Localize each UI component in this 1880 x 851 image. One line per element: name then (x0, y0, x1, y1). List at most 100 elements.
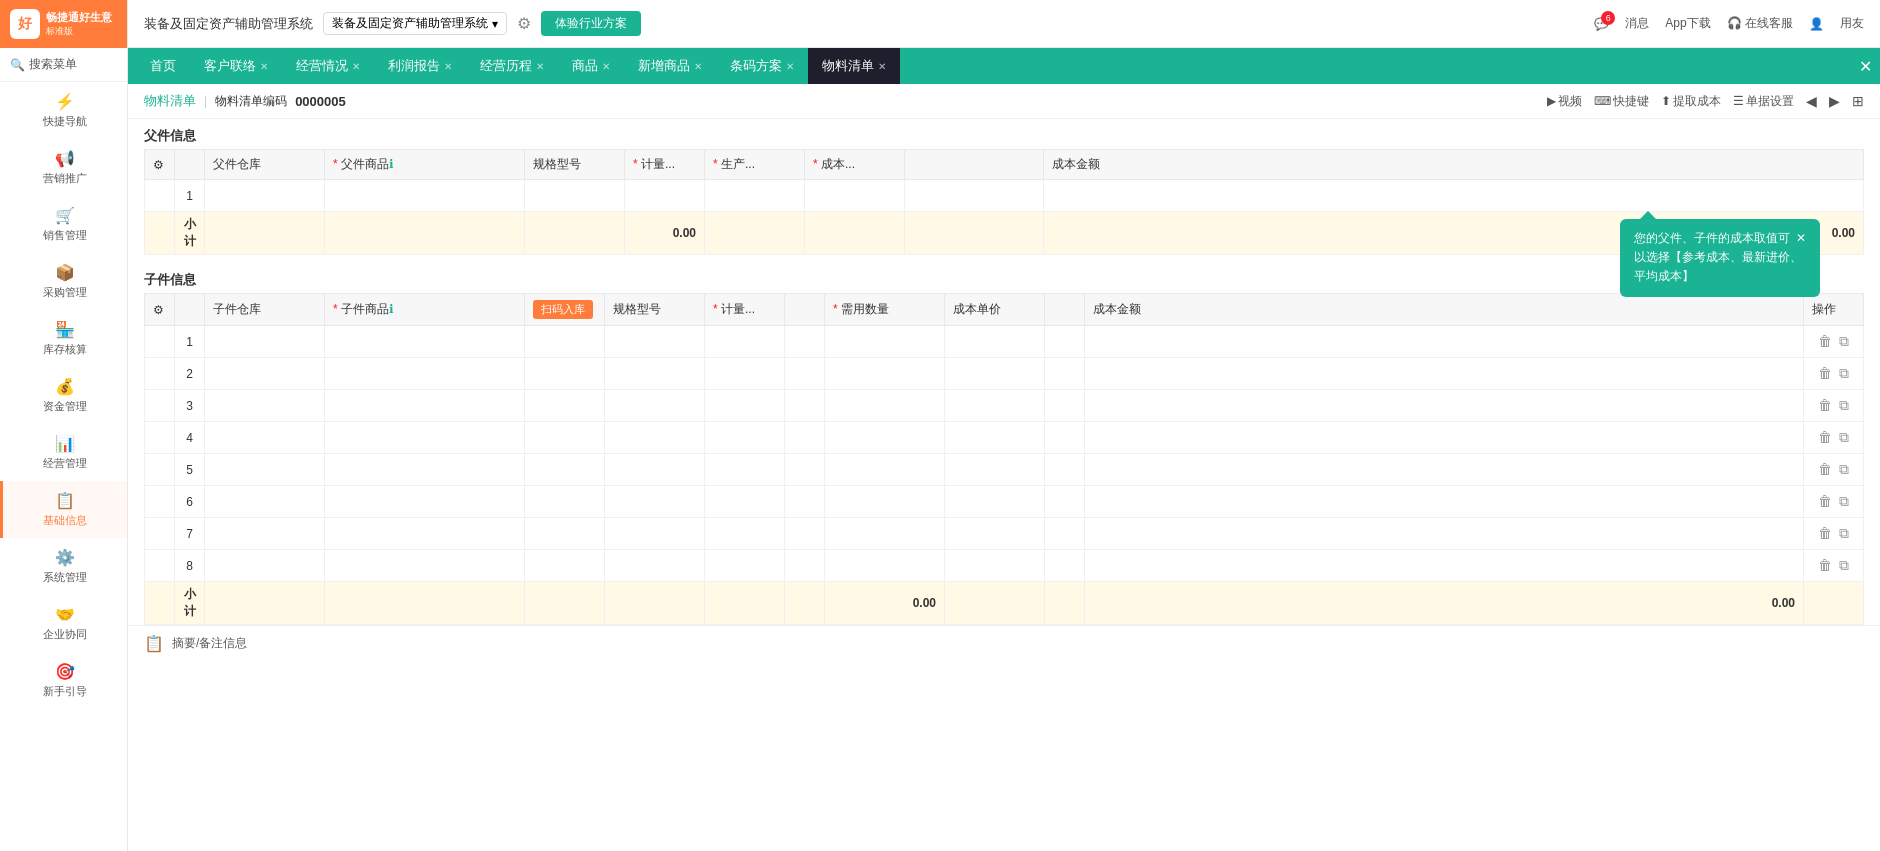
sidebar-item-系统管理[interactable]: ⚙️ 系统管理 (0, 538, 127, 595)
child-cell-product-3[interactable] (325, 390, 525, 422)
sidebar-item-经营管理[interactable]: 📊 经营管理 (0, 424, 127, 481)
child-cell-unit-4[interactable] (705, 422, 785, 454)
child-cell-warehouse-8[interactable] (205, 550, 325, 582)
sidebar-item-资金管理[interactable]: 💰 资金管理 (0, 367, 127, 424)
child-cell-warehouse-2[interactable] (205, 358, 325, 390)
nav-tab-8[interactable]: 物料清单✕ (808, 48, 900, 84)
nav-tab-3[interactable]: 利润报告✕ (374, 48, 466, 84)
parent-cell-product[interactable] (325, 180, 525, 212)
delete-icon-8[interactable]: 🗑 (1818, 557, 1832, 573)
settings-icon[interactable]: ⚙ (517, 14, 531, 33)
delete-icon-4[interactable]: 🗑 (1818, 429, 1832, 445)
sidebar-item-快捷导航[interactable]: ⚡ 快捷导航 (0, 82, 127, 139)
parent-cell-warehouse[interactable] (205, 180, 325, 212)
child-cell-product-4[interactable] (325, 422, 525, 454)
nav-prev-btn[interactable]: ◀ (1806, 93, 1817, 109)
nav-tab-5[interactable]: 商品✕ (558, 48, 624, 84)
nav-tab-close-4[interactable]: ✕ (536, 61, 544, 72)
tabs-end-btn[interactable]: ✕ (1859, 57, 1872, 76)
delete-icon-3[interactable]: 🗑 (1818, 397, 1832, 413)
copy-icon-3[interactable]: ⧉ (1839, 397, 1849, 413)
delete-icon-5[interactable]: 🗑 (1818, 461, 1832, 477)
child-cell-qty-1[interactable] (825, 326, 945, 358)
delete-icon-7[interactable]: 🗑 (1818, 525, 1832, 541)
copy-icon-8[interactable]: ⧉ (1839, 557, 1849, 573)
child-cell-unitcost-4[interactable] (945, 422, 1045, 454)
child-cell-warehouse-7[interactable] (205, 518, 325, 550)
copy-icon-6[interactable]: ⧉ (1839, 493, 1849, 509)
child-cell-unit-2[interactable] (705, 358, 785, 390)
child-cell-unit-3[interactable] (705, 390, 785, 422)
child-cell-spec-8[interactable] (605, 550, 705, 582)
child-cell-product-7[interactable] (325, 518, 525, 550)
child-cell-unitcost-7[interactable] (945, 518, 1045, 550)
child-cell-qty-8[interactable] (825, 550, 945, 582)
nav-tab-close-8[interactable]: ✕ (878, 61, 886, 72)
child-cell-unitcost-6[interactable] (945, 486, 1045, 518)
child-cell-qty-6[interactable] (825, 486, 945, 518)
grid-view-btn[interactable]: ⊞ (1852, 93, 1864, 109)
child-cell-product-6[interactable] (325, 486, 525, 518)
child-cell-spec-7[interactable] (605, 518, 705, 550)
child-cell-qty-7[interactable] (825, 518, 945, 550)
trial-btn[interactable]: 体验行业方案 (541, 11, 641, 36)
child-cell-warehouse-5[interactable] (205, 454, 325, 486)
child-cell-unitcost-1[interactable] (945, 326, 1045, 358)
child-cell-product-8[interactable] (325, 550, 525, 582)
child-cell-unit-8[interactable] (705, 550, 785, 582)
parent-cell-spec[interactable] (525, 180, 625, 212)
nav-tab-close-7[interactable]: ✕ (786, 61, 794, 72)
nav-tab-0[interactable]: 首页 (136, 48, 190, 84)
sidebar-item-新手引导[interactable]: 🎯 新手引导 (0, 652, 127, 709)
child-cell-qty-2[interactable] (825, 358, 945, 390)
child-cell-product-5[interactable] (325, 454, 525, 486)
child-cell-qty-3[interactable] (825, 390, 945, 422)
child-cell-qty-4[interactable] (825, 422, 945, 454)
nav-tab-4[interactable]: 经营历程✕ (466, 48, 558, 84)
message-btn[interactable]: 💬 6 (1594, 17, 1609, 31)
nav-tab-1[interactable]: 客户联络✕ (190, 48, 282, 84)
copy-icon-1[interactable]: ⧉ (1839, 333, 1849, 349)
child-cell-spec-5[interactable] (605, 454, 705, 486)
sidebar-item-基础信息[interactable]: 📋 基础信息 (0, 481, 127, 538)
child-cell-spec-6[interactable] (605, 486, 705, 518)
child-cell-spec-1[interactable] (605, 326, 705, 358)
sidebar-item-销售管理[interactable]: 🛒 销售管理 (0, 196, 127, 253)
nav-tab-close-2[interactable]: ✕ (352, 61, 360, 72)
child-cell-warehouse-6[interactable] (205, 486, 325, 518)
child-cell-unitcost-2[interactable] (945, 358, 1045, 390)
child-cell-unit-7[interactable] (705, 518, 785, 550)
child-cell-product-2[interactable] (325, 358, 525, 390)
child-cell-qty-5[interactable] (825, 454, 945, 486)
scan-btn[interactable]: 扫码入库 (533, 300, 593, 319)
nav-tab-close-1[interactable]: ✕ (260, 61, 268, 72)
child-cell-unit-6[interactable] (705, 486, 785, 518)
parent-cell-unit[interactable] (625, 180, 705, 212)
child-cell-unit-5[interactable] (705, 454, 785, 486)
child-cell-spec-3[interactable] (605, 390, 705, 422)
sidebar-item-企业协同[interactable]: 🤝 企业协同 (0, 595, 127, 652)
child-cell-spec-2[interactable] (605, 358, 705, 390)
child-cell-unitcost-8[interactable] (945, 550, 1045, 582)
sidebar-item-采购管理[interactable]: 📦 采购管理 (0, 253, 127, 310)
child-col-settings[interactable]: ⚙ (145, 294, 175, 326)
tooltip-close-btn[interactable]: ✕ (1796, 229, 1806, 248)
sidebar-item-库存核算[interactable]: 🏪 库存核算 (0, 310, 127, 367)
sidebar-item-营销推广[interactable]: 📢 营销推广 (0, 139, 127, 196)
child-cell-unitcost-5[interactable] (945, 454, 1045, 486)
settings-btn[interactable]: ☰ 单据设置 (1733, 93, 1794, 110)
nav-tab-7[interactable]: 条码方案✕ (716, 48, 808, 84)
child-cell-warehouse-4[interactable] (205, 422, 325, 454)
child-cell-warehouse-1[interactable] (205, 326, 325, 358)
search-menu-item[interactable]: 🔍 搜索菜单 (0, 48, 127, 82)
child-cell-unitcost-3[interactable] (945, 390, 1045, 422)
child-cell-product-1[interactable] (325, 326, 525, 358)
parent-cell-cost[interactable] (805, 180, 905, 212)
nav-tab-close-6[interactable]: ✕ (694, 61, 702, 72)
child-cell-spec-4[interactable] (605, 422, 705, 454)
nav-tab-close-3[interactable]: ✕ (444, 61, 452, 72)
nav-tab-close-5[interactable]: ✕ (602, 61, 610, 72)
delete-icon-6[interactable]: 🗑 (1818, 493, 1832, 509)
nav-tab-6[interactable]: 新增商品✕ (624, 48, 716, 84)
copy-icon-4[interactable]: ⧉ (1839, 429, 1849, 445)
